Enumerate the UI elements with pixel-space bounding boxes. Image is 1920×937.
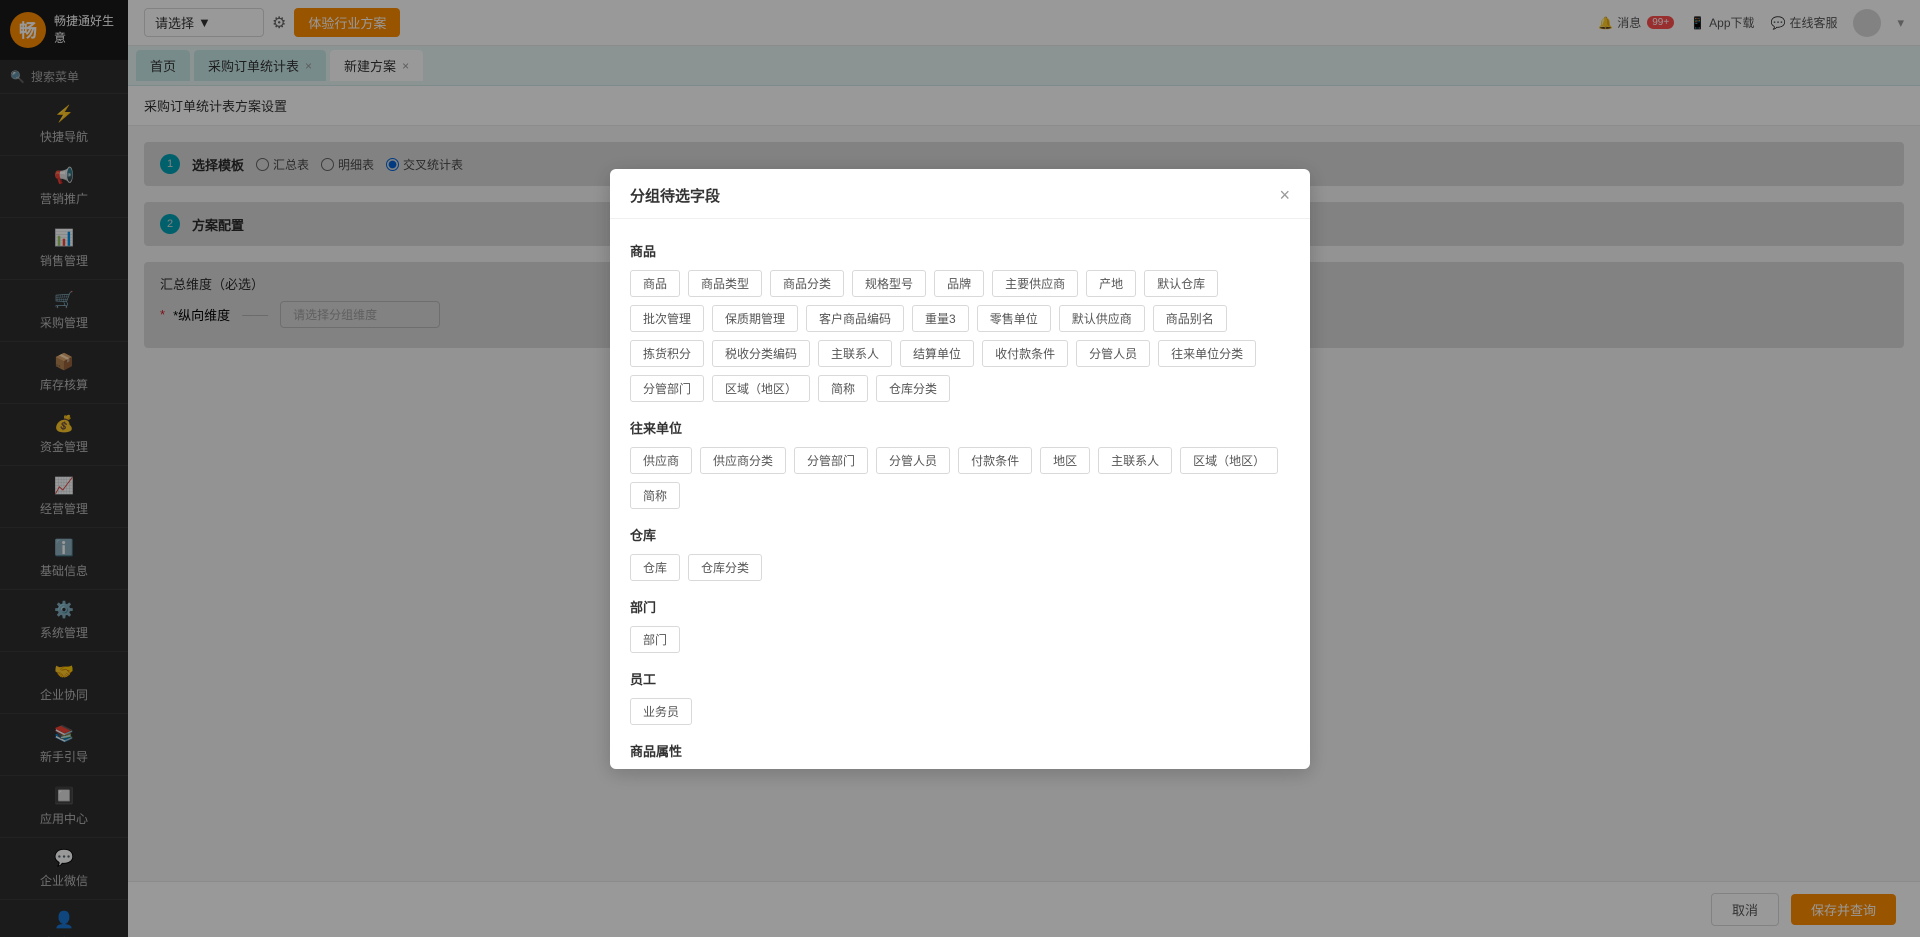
field-grid-product: 商品商品类型商品分类规格型号品牌主要供应商产地默认仓库批次管理保质期管理客户商品…	[630, 270, 1290, 402]
section-title-product-attr: 商品属性	[630, 741, 1290, 760]
section-title-employee: 员工	[630, 669, 1290, 688]
field-tag[interactable]: 分管人员	[1076, 340, 1150, 367]
field-grid-partner: 供应商供应商分类分管部门分管人员付款条件地区主联系人区域（地区） 简称	[630, 447, 1290, 509]
field-tag[interactable]: 保质期管理	[712, 305, 798, 332]
field-tag[interactable]: 商品	[630, 270, 680, 297]
field-tag[interactable]: 主联系人	[818, 340, 892, 367]
field-grid-employee: 业务员	[630, 698, 1290, 725]
section-title-product: 商品	[630, 241, 1290, 260]
field-grid-department: 部门	[630, 626, 1290, 653]
field-tag[interactable]: 结算单位	[900, 340, 974, 367]
field-tag[interactable]: 简称	[630, 482, 680, 509]
field-tag[interactable]: 业务员	[630, 698, 692, 725]
field-tag[interactable]: 产地	[1086, 270, 1136, 297]
field-tag[interactable]: 区域（地区）	[712, 375, 810, 402]
field-tag[interactable]: 品牌	[934, 270, 984, 297]
field-tag[interactable]: 零售单位	[977, 305, 1051, 332]
section-title-warehouse: 仓库	[630, 525, 1290, 544]
field-tag[interactable]: 部门	[630, 626, 680, 653]
dialog-header: 分组待选字段 ×	[610, 169, 1310, 219]
field-tag[interactable]: 主联系人	[1098, 447, 1172, 474]
field-tag[interactable]: 税收分类编码	[712, 340, 810, 367]
field-tag[interactable]: 收付款条件	[982, 340, 1068, 367]
field-tag[interactable]: 商品分类	[770, 270, 844, 297]
field-tag[interactable]: 批次管理	[630, 305, 704, 332]
field-tag[interactable]: 重量3	[912, 305, 969, 332]
field-tag[interactable]: 分管部门	[794, 447, 868, 474]
section-title-partner: 往来单位	[630, 418, 1290, 437]
field-tag[interactable]: 默认仓库	[1144, 270, 1218, 297]
dialog: 分组待选字段 × 商品商品商品类型商品分类规格型号品牌主要供应商产地默认仓库批次…	[610, 169, 1310, 769]
field-tag[interactable]: 往来单位分类	[1158, 340, 1256, 367]
section-title-department: 部门	[630, 597, 1290, 616]
field-tag[interactable]: 简称	[818, 375, 868, 402]
field-tag[interactable]: 主要供应商	[992, 270, 1078, 297]
field-grid-warehouse: 仓库仓库分类	[630, 554, 1290, 581]
field-tag[interactable]: 供应商分类	[700, 447, 786, 474]
field-tag[interactable]: 商品别名	[1153, 305, 1227, 332]
field-tag[interactable]: 供应商	[630, 447, 692, 474]
field-tag[interactable]: 地区	[1040, 447, 1090, 474]
field-tag[interactable]: 商品类型	[688, 270, 762, 297]
dialog-body[interactable]: 商品商品商品类型商品分类规格型号品牌主要供应商产地默认仓库批次管理保质期管理客户…	[610, 219, 1310, 769]
field-tag[interactable]: 仓库分类	[876, 375, 950, 402]
overlay: 分组待选字段 × 商品商品商品类型商品分类规格型号品牌主要供应商产地默认仓库批次…	[0, 0, 1920, 937]
field-tag[interactable]: 分管部门	[630, 375, 704, 402]
field-tag[interactable]: 分管人员	[876, 447, 950, 474]
dialog-title: 分组待选字段	[630, 185, 720, 206]
field-tag[interactable]: 仓库分类	[688, 554, 762, 581]
field-tag[interactable]: 拣货积分	[630, 340, 704, 367]
field-tag[interactable]: 仓库	[630, 554, 680, 581]
field-tag[interactable]: 付款条件	[958, 447, 1032, 474]
field-tag[interactable]: 规格型号	[852, 270, 926, 297]
field-tag[interactable]: 区域（地区）	[1180, 447, 1278, 474]
field-tag[interactable]: 默认供应商	[1059, 305, 1145, 332]
field-tag[interactable]: 客户商品编码	[806, 305, 904, 332]
close-icon[interactable]: ×	[1279, 185, 1290, 206]
